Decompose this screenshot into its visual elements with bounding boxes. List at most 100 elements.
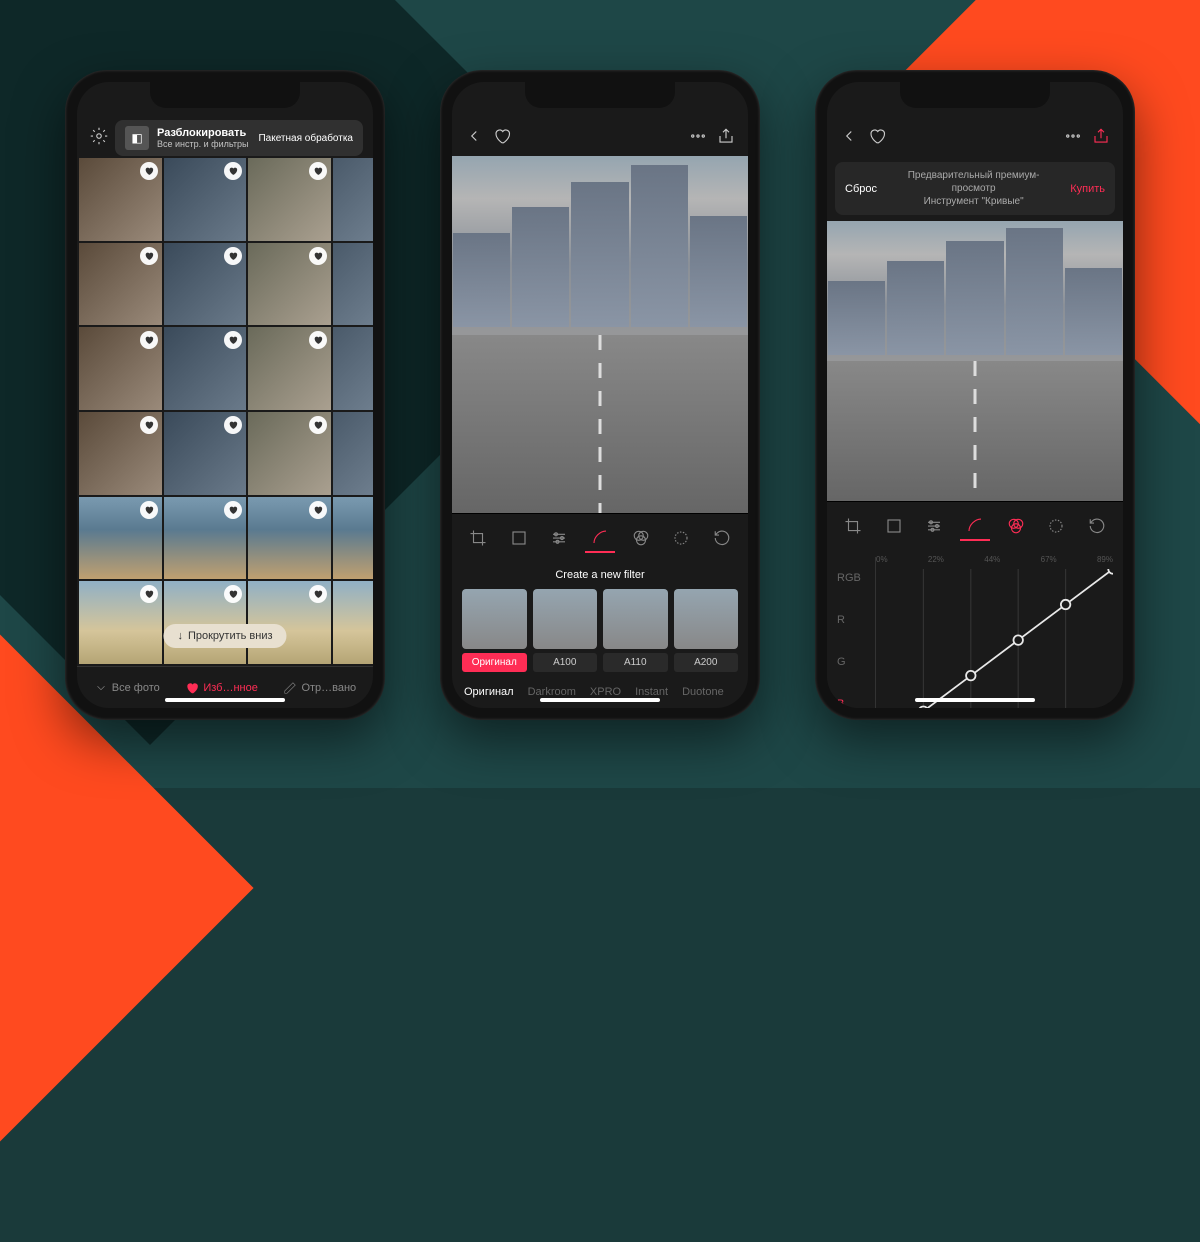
scroll-down-pill[interactable]: ↓ Прокрутить вниз — [163, 624, 286, 648]
frame-tool-icon[interactable] — [879, 511, 909, 541]
photo-thumb[interactable] — [79, 412, 162, 495]
filter-presets: ОригиналA100A110A200 — [452, 589, 748, 680]
photo-thumb[interactable] — [248, 243, 331, 326]
photo-preview[interactable] — [452, 156, 748, 513]
favorite-badge-icon — [140, 247, 158, 265]
color-tool-icon[interactable] — [626, 523, 656, 553]
crop-tool-icon[interactable] — [463, 523, 493, 553]
favorite-badge-icon — [224, 585, 242, 603]
curve-channel[interactable]: B — [837, 698, 875, 708]
premium-subtitle: Инструмент "Кривые" — [887, 195, 1060, 208]
heart-icon[interactable] — [492, 126, 512, 146]
photo-thumb[interactable] — [333, 243, 373, 326]
favorite-badge-icon — [140, 331, 158, 349]
favorite-badge-icon — [309, 585, 327, 603]
favorite-badge-icon — [309, 331, 327, 349]
back-icon[interactable] — [839, 126, 859, 146]
curves-panel: RGBRGB 0%22%44%67%89% — [827, 549, 1123, 708]
adjust-tool-icon[interactable] — [919, 511, 949, 541]
photo-thumb[interactable] — [333, 158, 373, 241]
filter-preset[interactable]: A200 — [674, 589, 739, 672]
filter-category[interactable]: XPRO — [590, 686, 621, 698]
filter-category[interactable]: Duotone — [682, 686, 724, 698]
color-tool-icon[interactable] — [1001, 511, 1031, 541]
photo-thumb[interactable] — [164, 497, 247, 580]
banner-subtitle: Все инстр. и фильтры — [157, 139, 250, 149]
brush-tool-icon[interactable] — [1041, 511, 1071, 541]
history-tool-icon[interactable] — [1082, 511, 1112, 541]
share-icon[interactable] — [716, 126, 736, 146]
favorite-badge-icon — [140, 585, 158, 603]
filter-preset[interactable]: A100 — [533, 589, 598, 672]
frame-tool-icon[interactable] — [504, 523, 534, 553]
premium-title: Предварительный премиум-просмотр — [887, 169, 1060, 195]
brush-tool-icon[interactable] — [666, 523, 696, 553]
tab-all-photos[interactable]: Все фото — [94, 681, 160, 695]
banner-right: Пакетная обработка — [258, 133, 353, 144]
photo-thumb[interactable] — [248, 327, 331, 410]
favorite-badge-icon — [224, 501, 242, 519]
photo-thumb[interactable] — [248, 497, 331, 580]
curve-channel[interactable]: RGB — [837, 572, 875, 584]
favorite-badge-icon — [309, 501, 327, 519]
history-tool-icon[interactable] — [707, 523, 737, 553]
favorite-badge-icon — [224, 416, 242, 434]
curves-graph[interactable]: 0%22%44%67%89% — [875, 557, 1113, 708]
curves-tool-icon[interactable] — [960, 511, 990, 541]
photo-thumb[interactable] — [79, 243, 162, 326]
photo-preview[interactable] — [827, 221, 1123, 501]
tool-strip — [827, 501, 1123, 549]
photo-thumb[interactable] — [333, 412, 373, 495]
unlock-icon: ◧ — [125, 126, 149, 150]
photo-thumb[interactable] — [164, 581, 247, 664]
curve-channel[interactable]: G — [837, 656, 875, 668]
photo-thumb[interactable] — [248, 581, 331, 664]
filter-preset[interactable]: Оригинал — [462, 589, 527, 672]
adjust-tool-icon[interactable] — [544, 523, 574, 553]
photo-thumb[interactable] — [248, 412, 331, 495]
photo-thumb[interactable] — [79, 327, 162, 410]
favorite-badge-icon — [224, 247, 242, 265]
favorite-badge-icon — [140, 162, 158, 180]
curves-tool-icon[interactable] — [585, 523, 615, 553]
share-icon[interactable] — [1091, 126, 1111, 146]
tab-edited[interactable]: Отр…вано — [283, 681, 356, 695]
favorite-badge-icon — [140, 416, 158, 434]
photo-thumb[interactable] — [164, 327, 247, 410]
photo-thumb[interactable] — [79, 581, 162, 664]
photo-thumb[interactable] — [79, 158, 162, 241]
banner-title: Разблокировать все — [157, 127, 250, 139]
photo-thumb[interactable] — [248, 158, 331, 241]
filter-category[interactable]: Оригинал — [464, 686, 514, 698]
phone-library: ◧ Разблокировать все Все инстр. и фильтр… — [65, 70, 385, 720]
tab-favorites[interactable]: Изб…нное — [185, 681, 258, 695]
tool-strip — [452, 513, 748, 561]
filter-categories: Оригинал Darkroom XPRO Instant Duotone — [452, 680, 748, 708]
filter-category[interactable]: Darkroom — [528, 686, 576, 698]
photo-thumb[interactable] — [333, 497, 373, 580]
crop-tool-icon[interactable] — [838, 511, 868, 541]
favorite-badge-icon — [309, 247, 327, 265]
premium-banner: Сброс Предварительный премиум-просмотр И… — [835, 162, 1115, 215]
filter-preset[interactable]: A110 — [603, 589, 668, 672]
photo-thumb[interactable] — [164, 412, 247, 495]
curve-channel[interactable]: R — [837, 614, 875, 626]
photo-thumb[interactable] — [333, 327, 373, 410]
heart-icon[interactable] — [867, 126, 887, 146]
gear-icon[interactable] — [89, 126, 109, 146]
arrow-down-icon: ↓ — [177, 630, 183, 642]
buy-button[interactable]: Купить — [1070, 183, 1105, 195]
photo-thumb[interactable] — [164, 158, 247, 241]
favorite-badge-icon — [224, 162, 242, 180]
photo-thumb[interactable] — [333, 581, 373, 664]
photo-thumb[interactable] — [79, 497, 162, 580]
more-icon[interactable] — [1063, 126, 1083, 146]
reset-button[interactable]: Сброс — [845, 183, 877, 195]
back-icon[interactable] — [464, 126, 484, 146]
more-icon[interactable] — [688, 126, 708, 146]
unlock-banner[interactable]: ◧ Разблокировать все Все инстр. и фильтр… — [115, 120, 363, 156]
phone-editor-curves: Сброс Предварительный премиум-просмотр И… — [815, 70, 1135, 720]
filter-category[interactable]: Instant — [635, 686, 668, 698]
photo-grid — [77, 156, 373, 666]
photo-thumb[interactable] — [164, 243, 247, 326]
